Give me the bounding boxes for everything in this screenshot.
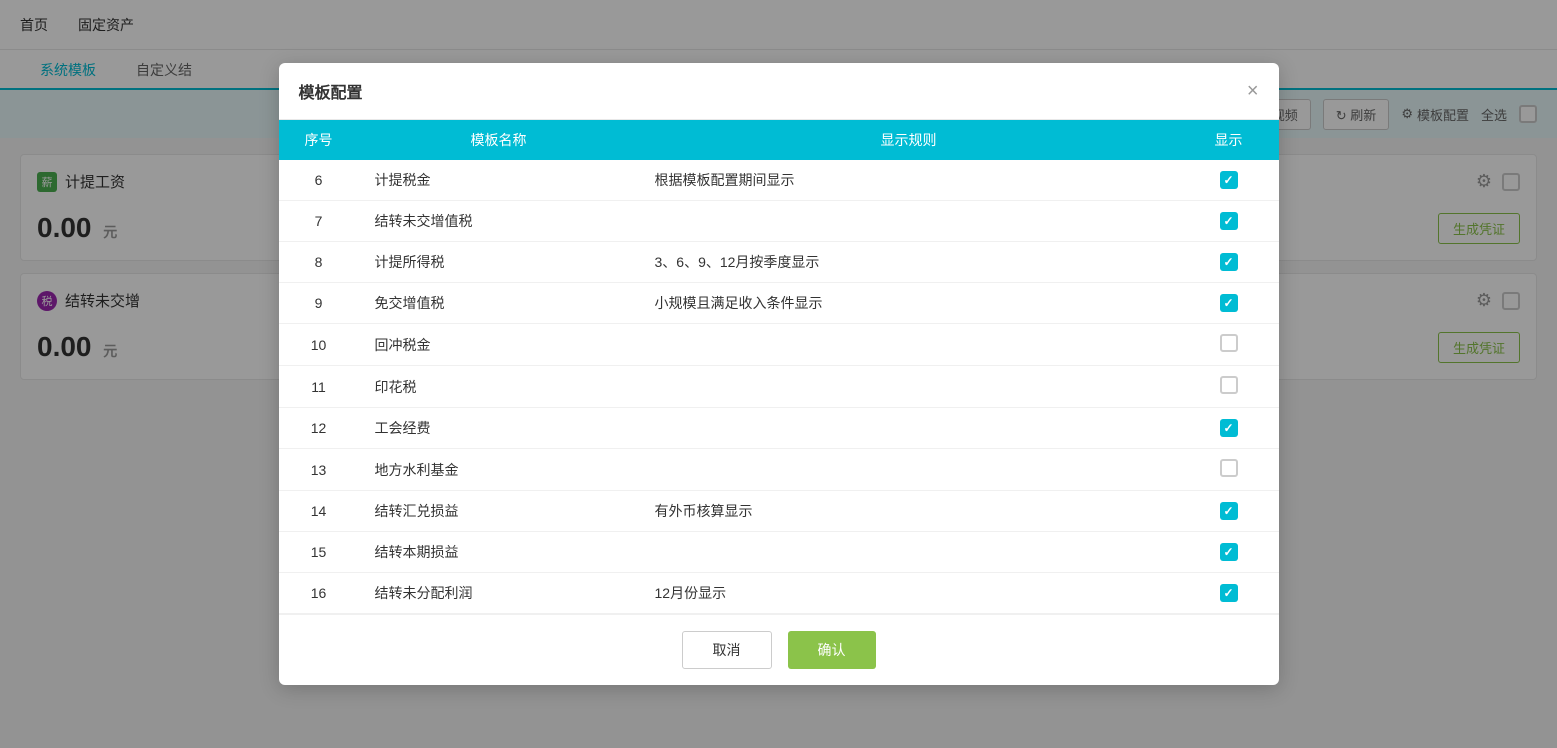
modal-footer: 取消 确认 (279, 614, 1279, 685)
modal-close-button[interactable]: × (1247, 81, 1259, 101)
row-checkbox[interactable] (1220, 459, 1238, 477)
modal-body: 序号 模板名称 显示规则 显示 6计提税金根据模板配置期间显示7结转未交增值税8… (279, 120, 1279, 614)
modal-header: 模板配置 × (279, 63, 1279, 120)
row-name: 计提所得税 (359, 242, 639, 283)
col-header-id: 序号 (279, 120, 359, 160)
row-checkbox-cell (1179, 532, 1279, 573)
row-name: 计提税金 (359, 160, 639, 201)
row-rule: 有外币核算显示 (639, 491, 1179, 532)
row-id: 13 (279, 449, 359, 491)
row-name: 回冲税金 (359, 324, 639, 366)
row-checkbox[interactable] (1220, 584, 1238, 602)
row-name: 结转未分配利润 (359, 573, 639, 614)
row-checkbox[interactable] (1220, 253, 1238, 271)
table-row: 6计提税金根据模板配置期间显示 (279, 160, 1279, 201)
row-name: 工会经费 (359, 408, 639, 449)
row-rule (639, 408, 1179, 449)
row-checkbox[interactable] (1220, 502, 1238, 520)
cancel-button[interactable]: 取消 (682, 631, 772, 669)
modal-title: 模板配置 (299, 79, 363, 103)
row-id: 10 (279, 324, 359, 366)
table-row: 11印花税 (279, 366, 1279, 408)
table-row: 8计提所得税3、6、9、12月按季度显示 (279, 242, 1279, 283)
col-header-display: 显示 (1179, 120, 1279, 160)
table-row: 14结转汇兑损益有外币核算显示 (279, 491, 1279, 532)
row-name: 结转本期损益 (359, 532, 639, 573)
row-checkbox-cell (1179, 201, 1279, 242)
row-rule (639, 324, 1179, 366)
confirm-button[interactable]: 确认 (788, 631, 876, 669)
table-wrapper[interactable]: 序号 模板名称 显示规则 显示 6计提税金根据模板配置期间显示7结转未交增值税8… (279, 120, 1279, 614)
row-name: 印花税 (359, 366, 639, 408)
row-checkbox[interactable] (1220, 376, 1238, 394)
col-header-name: 模板名称 (359, 120, 639, 160)
row-checkbox-cell (1179, 408, 1279, 449)
row-id: 14 (279, 491, 359, 532)
row-checkbox-cell (1179, 324, 1279, 366)
template-config-modal: 模板配置 × 序号 模板名称 显示规则 显示 6计提税金根据模板配置期间显 (279, 63, 1279, 685)
table-header-row: 序号 模板名称 显示规则 显示 (279, 120, 1279, 160)
row-id: 16 (279, 573, 359, 614)
row-checkbox-cell (1179, 242, 1279, 283)
row-checkbox-cell (1179, 366, 1279, 408)
table-row: 10回冲税金 (279, 324, 1279, 366)
table-row: 15结转本期损益 (279, 532, 1279, 573)
config-table: 序号 模板名称 显示规则 显示 6计提税金根据模板配置期间显示7结转未交增值税8… (279, 120, 1279, 614)
row-rule (639, 449, 1179, 491)
row-checkbox[interactable] (1220, 334, 1238, 352)
row-rule: 根据模板配置期间显示 (639, 160, 1179, 201)
row-checkbox-cell (1179, 449, 1279, 491)
table-row: 9免交增值税小规模且满足收入条件显示 (279, 283, 1279, 324)
row-checkbox[interactable] (1220, 419, 1238, 437)
row-rule (639, 532, 1179, 573)
row-name: 结转汇兑损益 (359, 491, 639, 532)
row-rule (639, 201, 1179, 242)
table-row: 13地方水利基金 (279, 449, 1279, 491)
table-row: 12工会经费 (279, 408, 1279, 449)
table-body: 6计提税金根据模板配置期间显示7结转未交增值税8计提所得税3、6、9、12月按季… (279, 160, 1279, 614)
row-rule (639, 366, 1179, 408)
row-checkbox-cell (1179, 160, 1279, 201)
row-id: 9 (279, 283, 359, 324)
table-row: 7结转未交增值税 (279, 201, 1279, 242)
row-rule: 12月份显示 (639, 573, 1179, 614)
row-rule: 3、6、9、12月按季度显示 (639, 242, 1179, 283)
row-checkbox[interactable] (1220, 543, 1238, 561)
row-checkbox-cell (1179, 283, 1279, 324)
row-id: 8 (279, 242, 359, 283)
row-id: 6 (279, 160, 359, 201)
row-name: 结转未交增值税 (359, 201, 639, 242)
table-row: 16结转未分配利润12月份显示 (279, 573, 1279, 614)
row-checkbox[interactable] (1220, 171, 1238, 189)
col-header-rule: 显示规则 (639, 120, 1179, 160)
row-checkbox-cell (1179, 573, 1279, 614)
row-id: 12 (279, 408, 359, 449)
row-rule: 小规模且满足收入条件显示 (639, 283, 1179, 324)
row-checkbox[interactable] (1220, 212, 1238, 230)
row-id: 15 (279, 532, 359, 573)
modal-overlay: 模板配置 × 序号 模板名称 显示规则 显示 6计提税金根据模板配置期间显 (0, 0, 1557, 748)
row-checkbox[interactable] (1220, 294, 1238, 312)
row-checkbox-cell (1179, 491, 1279, 532)
row-id: 7 (279, 201, 359, 242)
row-name: 地方水利基金 (359, 449, 639, 491)
row-id: 11 (279, 366, 359, 408)
row-name: 免交增值税 (359, 283, 639, 324)
